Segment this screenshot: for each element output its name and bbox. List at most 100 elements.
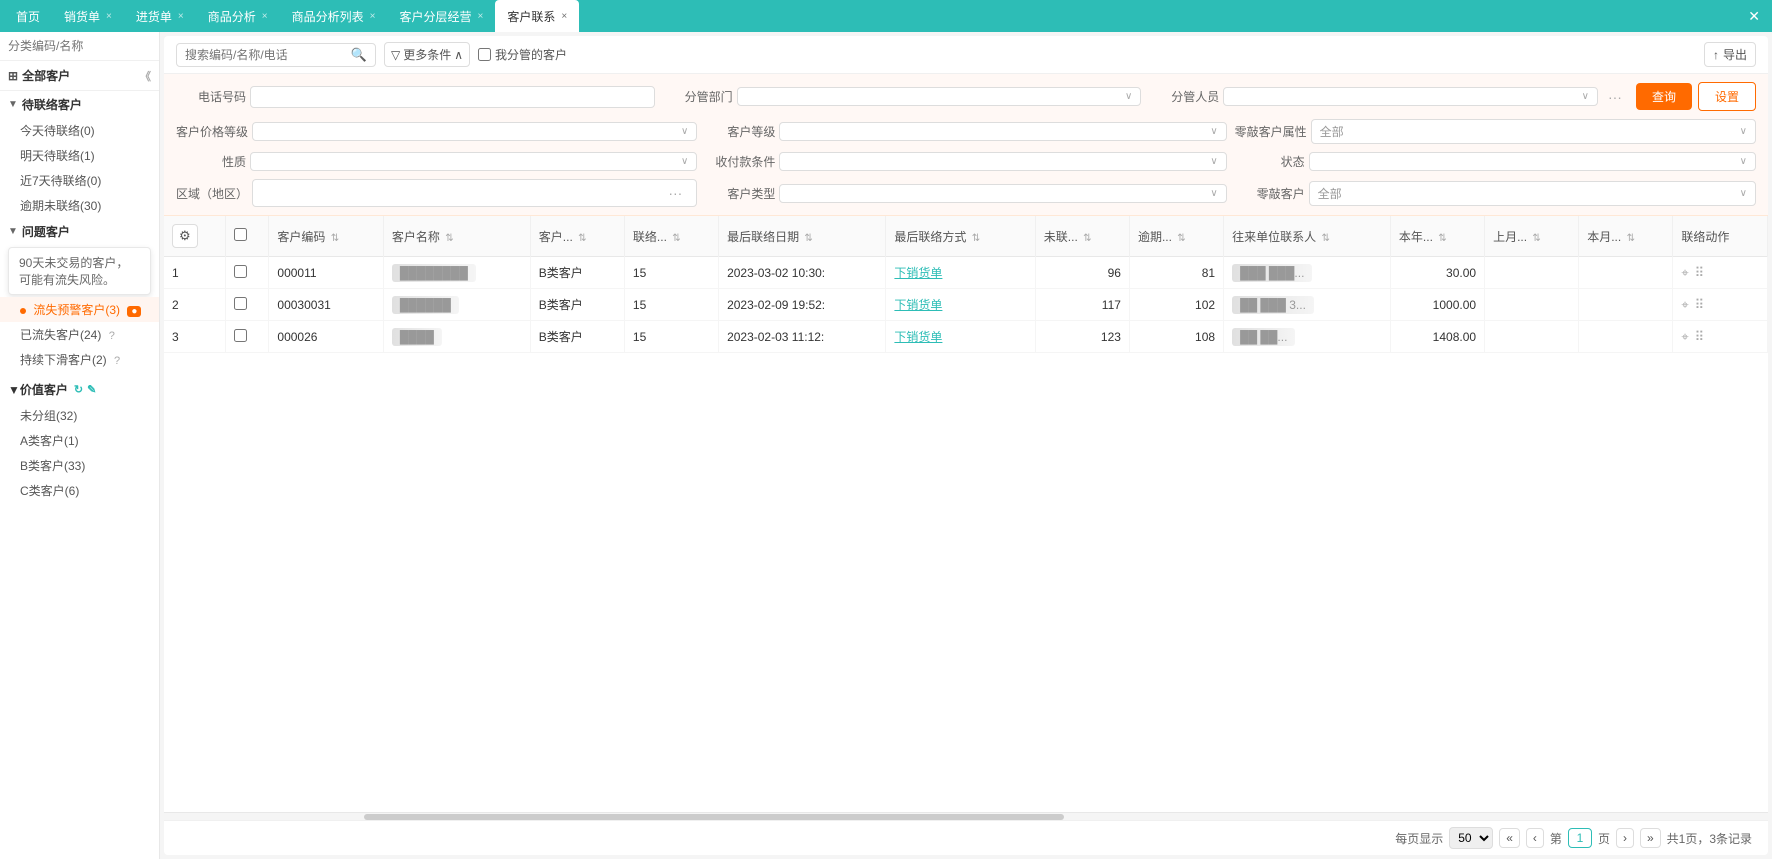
- sidebar-item-tomorrow[interactable]: 明天待联络(1): [0, 143, 159, 168]
- churn-badge: ●: [127, 306, 141, 317]
- row-contact-person: ███ ███...: [1224, 257, 1391, 289]
- per-page-select[interactable]: 50: [1449, 827, 1493, 849]
- sidebar-group-churn-header[interactable]: ▼ 问题客户: [0, 218, 159, 245]
- tab-customer-contact[interactable]: 客户联系 ×: [495, 0, 579, 32]
- row-overdue: 108: [1129, 321, 1223, 353]
- horizontal-scrollbar[interactable]: [164, 812, 1768, 820]
- tab-home[interactable]: 首页: [4, 0, 52, 32]
- sidebar-item-overdue-contact[interactable]: 逾期未联络(30): [0, 193, 159, 218]
- zero-attr-field: 零敲客户属性 全部 ∨: [1235, 119, 1756, 144]
- action-link-icon-0[interactable]: ⌖: [1681, 265, 1688, 281]
- zero-customer-select[interactable]: 全部 ∨: [1309, 181, 1756, 206]
- payment-label: 收付款条件: [705, 153, 775, 170]
- dept-select[interactable]: ∨: [737, 87, 1142, 106]
- zero-attr-select[interactable]: 全部 ∨: [1311, 119, 1756, 144]
- data-table-area: ⚙ 客户编码 ⇅ 客户名称 ⇅: [164, 216, 1768, 812]
- arrow-icon-churn: ▼: [8, 226, 18, 237]
- price-grade-select[interactable]: ∨: [252, 122, 697, 141]
- manager-select[interactable]: ∨: [1223, 87, 1598, 106]
- status-select[interactable]: ∨: [1309, 152, 1756, 171]
- col-code: 客户编码 ⇅: [269, 216, 384, 257]
- sidebar-item-c-class[interactable]: C类客户(6): [0, 478, 159, 503]
- status-field: 状态 ∨: [1235, 152, 1756, 171]
- row-index: 3: [164, 321, 225, 353]
- filter-row-3: 性质 ∨ 收付款条件 ∨ 状态: [176, 152, 1756, 171]
- my-customers-filter[interactable]: 我分管的客户: [478, 46, 567, 63]
- tab-sales[interactable]: 销货单 ×: [52, 0, 124, 32]
- action-link-icon-1[interactable]: ⌖: [1681, 297, 1688, 313]
- tab-purchase[interactable]: 进货单 ×: [124, 0, 196, 32]
- region-more-icon[interactable]: ···: [662, 183, 688, 203]
- sidebar-search-input[interactable]: [8, 39, 160, 53]
- table-row: 1 000011 ████████ B类客户 15 2023-03-02 10:…: [164, 257, 1768, 289]
- tab-analysis[interactable]: 商品分析 ×: [196, 0, 280, 32]
- window-close-button[interactable]: ✕: [1740, 8, 1768, 25]
- gender-field: 性质 ∨: [176, 152, 697, 171]
- customer-type-chevron-icon: ∨: [1210, 188, 1217, 199]
- sort-icon-type: ⇅: [578, 233, 586, 244]
- tab-close-sales[interactable]: ×: [106, 11, 112, 22]
- tab-close-customer-contact[interactable]: ×: [561, 11, 567, 22]
- more-conditions-button[interactable]: ▽ 更多条件 ∧: [384, 42, 470, 67]
- manager-more-icon[interactable]: ···: [1602, 87, 1628, 107]
- action-more-icon-0[interactable]: ⠿: [1695, 265, 1705, 281]
- sidebar-item-declining[interactable]: 持续下滑客户(2) ?: [0, 347, 159, 372]
- main-content: 🔍 ▽ 更多条件 ∧ 我分管的客户 ↑ 导出 电话号码: [164, 36, 1768, 855]
- action-more-icon-1[interactable]: ⠿: [1695, 297, 1705, 313]
- row-unlink-days: 96: [1035, 257, 1129, 289]
- export-button[interactable]: ↑ 导出: [1704, 42, 1756, 67]
- sidebar-item-b-class[interactable]: B类客户(33): [0, 453, 159, 478]
- row-checkbox-1[interactable]: [234, 297, 247, 310]
- row-checkbox-cell: [225, 289, 269, 321]
- next-page-button[interactable]: ›: [1616, 828, 1634, 848]
- manager-field: 分管人员 ∨ ···: [1149, 87, 1628, 107]
- gender-select[interactable]: ∨: [250, 152, 697, 171]
- customer-type-select[interactable]: ∨: [779, 184, 1226, 203]
- sidebar-item-today[interactable]: 今天待联络(0): [0, 118, 159, 143]
- tab-close-analysis[interactable]: ×: [262, 11, 268, 22]
- tab-analysis-list[interactable]: 商品分析列表 ×: [280, 0, 388, 32]
- scrollbar-thumb[interactable]: [364, 814, 1064, 820]
- column-settings-button[interactable]: ⚙: [172, 224, 198, 248]
- query-button[interactable]: 查询: [1636, 83, 1692, 110]
- grid-icon: ⊞: [8, 69, 18, 83]
- sidebar-item-already-churn[interactable]: 已流失客户(24) ?: [0, 322, 159, 347]
- customer-grade-select[interactable]: ∨: [779, 122, 1226, 141]
- tab-close-purchase[interactable]: ×: [178, 11, 184, 22]
- payment-select[interactable]: ∨: [779, 152, 1226, 171]
- sidebar-all-customers[interactable]: ⊞ 全部客户 《: [0, 61, 159, 91]
- prev-page-button[interactable]: ‹: [1526, 828, 1544, 848]
- sidebar-group-value-header[interactable]: ▼ 价值客户 ↻ ✎: [0, 376, 159, 403]
- row-type: B类客户: [530, 321, 624, 353]
- sidebar-item-a-class[interactable]: A类客户(1): [0, 428, 159, 453]
- sidebar-item-7days[interactable]: 近7天待联络(0): [0, 168, 159, 193]
- region-select[interactable]: ···: [252, 179, 697, 207]
- total-records: 共1页，3条记录: [1667, 830, 1752, 847]
- zero-customer-field: 零敲客户 全部 ∨: [1235, 181, 1756, 206]
- row-code: 000011: [269, 257, 384, 289]
- setting-button[interactable]: 设置: [1698, 82, 1756, 111]
- first-page-button[interactable]: «: [1499, 828, 1520, 848]
- action-link-icon-2[interactable]: ⌖: [1681, 329, 1688, 345]
- select-all-checkbox[interactable]: [234, 228, 247, 241]
- row-checkbox-0[interactable]: [234, 265, 247, 278]
- sidebar-item-churn-warning[interactable]: 流失预警客户(3) ●: [0, 297, 159, 322]
- sidebar-item-ungrouped[interactable]: 未分组(32): [0, 403, 159, 428]
- tab-customer-tier[interactable]: 客户分层经营 ×: [387, 0, 495, 32]
- row-checkbox-2[interactable]: [234, 329, 247, 342]
- sort-icon-contact: ⇅: [672, 233, 680, 244]
- last-page-button[interactable]: »: [1640, 828, 1661, 848]
- action-more-icon-2[interactable]: ⠿: [1695, 329, 1705, 345]
- refresh-icon[interactable]: ↻: [74, 383, 83, 396]
- row-last-method: 下销货单: [886, 321, 1035, 353]
- tab-close-customer-tier[interactable]: ×: [477, 11, 483, 22]
- row-code: 00030031: [269, 289, 384, 321]
- tab-close-analysis-list[interactable]: ×: [370, 11, 376, 22]
- edit-icon[interactable]: ✎: [87, 383, 96, 396]
- sidebar-group-pending-header[interactable]: ▼ 待联络客户: [0, 91, 159, 118]
- my-customers-checkbox[interactable]: [478, 48, 491, 61]
- price-grade-chevron-icon: ∨: [681, 126, 688, 137]
- filter-search-input[interactable]: [185, 48, 351, 62]
- phone-input[interactable]: [250, 86, 655, 108]
- phone-field: 电话号码: [176, 86, 655, 108]
